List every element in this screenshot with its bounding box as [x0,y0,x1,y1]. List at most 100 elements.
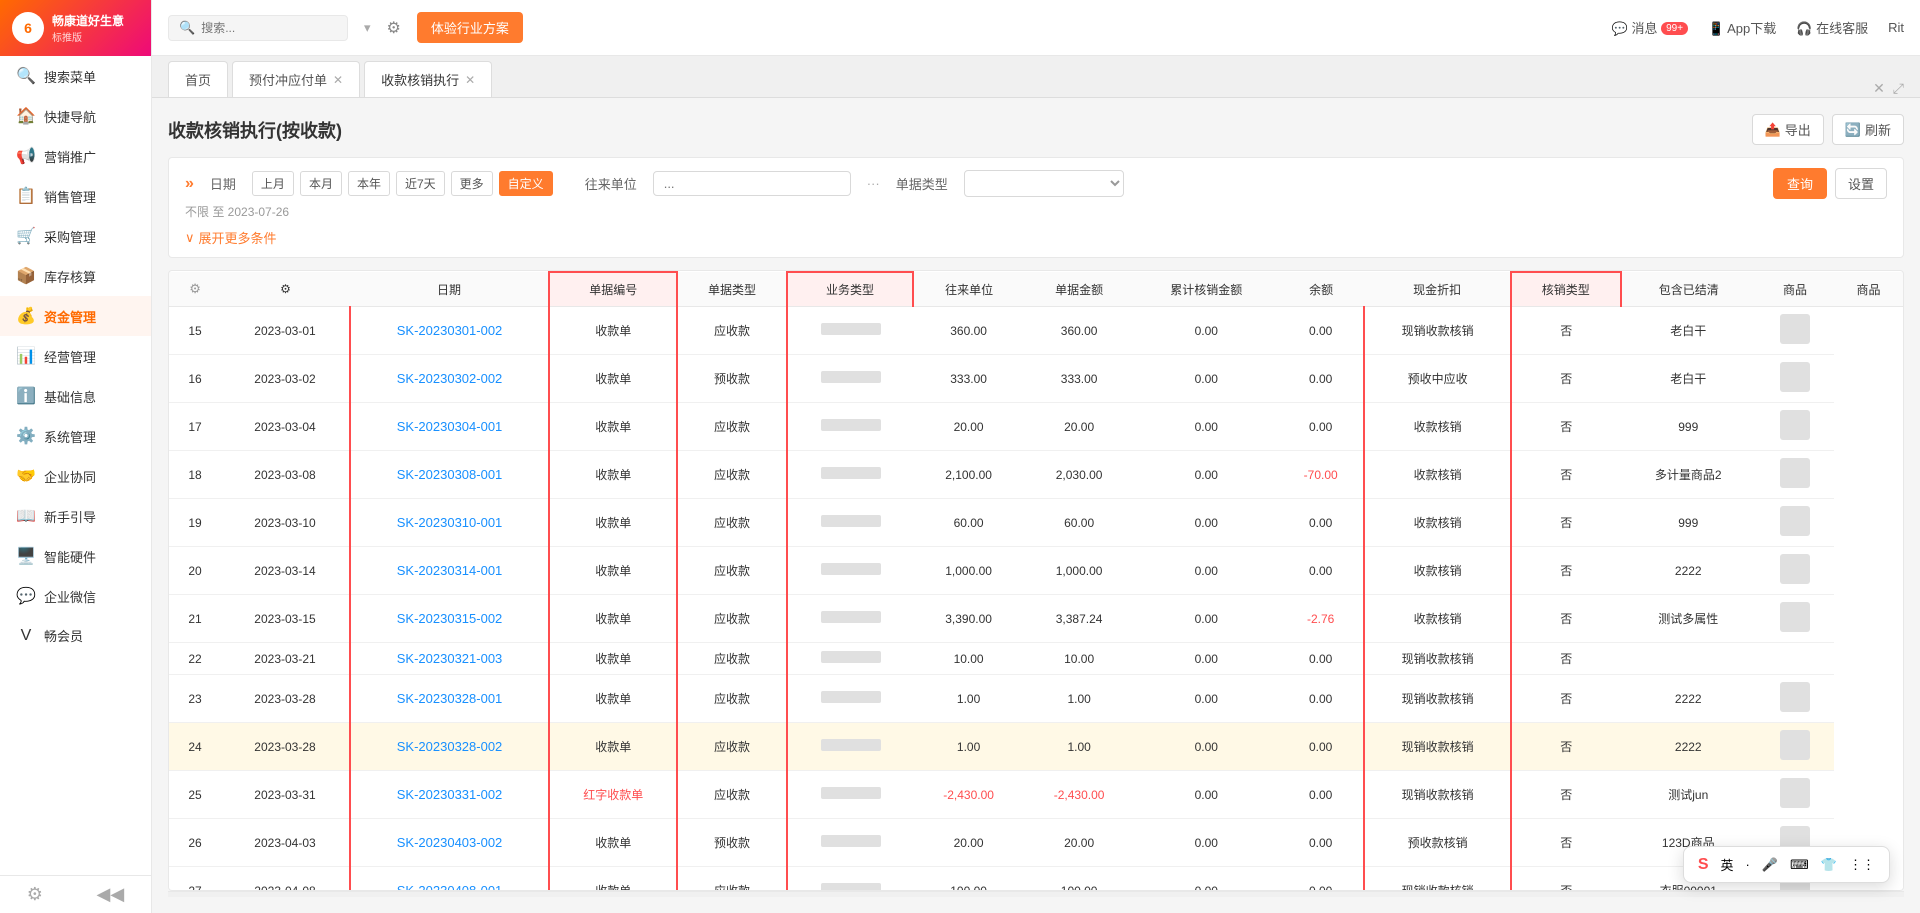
settings-icon[interactable]: ⚙ [27,884,43,905]
date-this-year[interactable]: 本年 [348,171,390,196]
sidebar-item-enterprise[interactable]: 🤝企业协同 [0,456,151,496]
bill-no-link[interactable]: SK-20230315-002 [397,611,503,626]
bill-no-link[interactable]: SK-20230321-003 [397,651,503,666]
table-row: 252023-03-31SK-20230331-002红字收款单应收款-2,43… [169,771,1903,819]
cell-bill-no[interactable]: SK-20230331-002 [350,771,549,819]
cell-bill-no[interactable]: SK-20230328-001 [350,675,549,723]
date-custom[interactable]: 自定义 [499,171,553,196]
bill-no-link[interactable]: SK-20230331-002 [397,787,503,802]
cell-bill-no[interactable]: SK-20230403-002 [350,819,549,867]
export-btn[interactable]: 📤 导出 [1752,114,1824,145]
bill-no-link[interactable]: SK-20230408-001 [397,883,503,891]
cell-bill-no[interactable]: SK-20230301-002 [350,307,549,355]
tab-close-payable[interactable]: ✕ [333,73,343,87]
sidebar-label-system: 系统管理 [44,427,96,446]
sidebar-item-system[interactable]: ⚙️系统管理 [0,416,151,456]
col-header-bill_amount: 单据金额 [1024,272,1135,307]
query-btn[interactable]: 查询 [1773,168,1827,199]
refresh-btn[interactable]: 🔄 刷新 [1832,114,1904,145]
float-toolbar-mic[interactable]: 🎤 [1762,857,1778,873]
cell-bill-no[interactable]: SK-20230314-001 [350,547,549,595]
sidebar-item-finance[interactable]: 💰资金管理 [0,296,151,336]
cell-partner [787,819,914,867]
cell-biz-type: 应收款 [677,451,786,499]
settings-filter-btn[interactable]: 设置 [1835,168,1887,199]
sidebar-item-member[interactable]: V畅会员 [0,616,151,655]
cell-bill-no[interactable]: SK-20230321-003 [350,643,549,675]
cell-product: 测试jun [1621,771,1756,819]
tab-home[interactable]: 首页 [168,61,228,97]
cell-partner [787,643,914,675]
bill-type-select[interactable] [964,170,1124,197]
bill-no-link[interactable]: SK-20230328-002 [397,739,503,754]
sidebar-item-quicknav[interactable]: 🏠快捷导航 [0,96,151,136]
cell-bill-type: 收款单 [549,595,677,643]
collapse-icon[interactable]: ◀◀ [97,884,125,905]
cell-verified-amount: 333.00 [1024,355,1135,403]
user-name[interactable]: Rit [1888,20,1904,35]
date-last-7days[interactable]: 近7天 [396,171,445,196]
expand-conditions-btn[interactable]: ∨ 展开更多条件 [185,228,1887,247]
dropdown-icon[interactable]: ▾ [364,20,371,36]
sidebar-item-operations[interactable]: 📊经营管理 [0,336,151,376]
date-this-month[interactable]: 本月 [300,171,342,196]
bill-no-link[interactable]: SK-20230314-001 [397,563,503,578]
cell-bill-no[interactable]: SK-20230408-001 [350,867,549,892]
table-row: 152023-03-01SK-20230301-002收款单应收款360.003… [169,307,1903,355]
date-filter-label: 日期 [210,174,236,193]
sidebar-item-basic[interactable]: ℹ️基础信息 [0,376,151,416]
sidebar-items-container: 🔍搜索菜单🏠快捷导航📢营销推广📋销售管理🛒采购管理📦库存核算💰资金管理📊经营管理… [0,56,151,655]
sidebar-item-purchase[interactable]: 🛒采购管理 [0,216,151,256]
partner-input[interactable] [653,171,851,196]
tab-payable[interactable]: 预付冲应付单✕ [232,61,360,97]
bill-no-link[interactable]: SK-20230301-002 [397,323,503,338]
bill-no-link[interactable]: SK-20230308-001 [397,467,503,482]
cell-cash-discount: 0.00 [1278,307,1364,355]
app-download-link[interactable]: 📱 App下载 [1708,18,1776,37]
cell-biz-type: 应收款 [677,595,786,643]
float-toolbar-shirt[interactable]: 👕 [1821,857,1837,873]
cell-product: 2222 [1621,723,1756,771]
col-header-verify_type: 核销类型 [1511,272,1620,307]
bill-no-link[interactable]: SK-20230403-002 [397,835,503,850]
float-toolbar-keyboard[interactable]: ⌨ [1790,857,1809,873]
cell-bill-no[interactable]: SK-20230304-001 [350,403,549,451]
cell-bill-amount: 333.00 [913,355,1024,403]
close-window-icon[interactable]: ✕ [1873,80,1885,97]
bill-no-link[interactable]: SK-20230328-001 [397,691,503,706]
cell-bill-type: 收款单 [549,867,677,892]
cell-bill-no[interactable]: SK-20230328-002 [350,723,549,771]
industry-btn[interactable]: 体验行业方案 [417,12,523,43]
messages-link[interactable]: 💬 消息 99+ [1612,18,1688,37]
tab-receivable[interactable]: 收款核销执行✕ [364,61,492,97]
sidebar-item-wechat[interactable]: 💬企业微信 [0,576,151,616]
sidebar-item-hardware[interactable]: 🖥️智能硬件 [0,536,151,576]
service-link[interactable]: 🎧 在线客服 [1796,18,1868,37]
cell-bill-no[interactable]: SK-20230302-002 [350,355,549,403]
cell-bill-no[interactable]: SK-20230308-001 [350,451,549,499]
float-toolbar-grid[interactable]: ⋮⋮ [1849,857,1875,873]
bill-no-link[interactable]: SK-20230304-001 [397,419,503,434]
table-row: 262023-04-03SK-20230403-002收款单预收款20.0020… [169,819,1903,867]
sidebar-item-search[interactable]: 🔍搜索菜单 [0,56,151,96]
float-toolbar-en[interactable]: 英 [1721,855,1734,874]
topbar-search-box[interactable]: 🔍 [168,15,348,41]
expand-window-icon[interactable]: ⤢ [1893,80,1904,97]
cell-bill-no[interactable]: SK-20230310-001 [350,499,549,547]
bill-no-link[interactable]: SK-20230310-001 [397,515,503,530]
date-more[interactable]: 更多 [451,171,493,196]
gear-icon[interactable]: ⚙ [189,281,201,296]
sidebar-item-marketing[interactable]: 📢营销推广 [0,136,151,176]
search-input[interactable] [201,21,337,35]
cell-bill-no[interactable]: SK-20230315-002 [350,595,549,643]
filter-expand-icon[interactable]: » [185,175,194,193]
sidebar-item-guide[interactable]: 📖新手引导 [0,496,151,536]
date-last-month[interactable]: 上月 [252,171,294,196]
gear-icon[interactable]: ⚙ [387,18,401,38]
tab-close-receivable[interactable]: ✕ [465,73,475,87]
bill-no-link[interactable]: SK-20230302-002 [397,371,503,386]
cell-include-settled: 否 [1511,643,1620,675]
sidebar-item-inventory[interactable]: 📦库存核算 [0,256,151,296]
sidebar-item-sales[interactable]: 📋销售管理 [0,176,151,216]
finance-icon: 💰 [16,306,36,326]
